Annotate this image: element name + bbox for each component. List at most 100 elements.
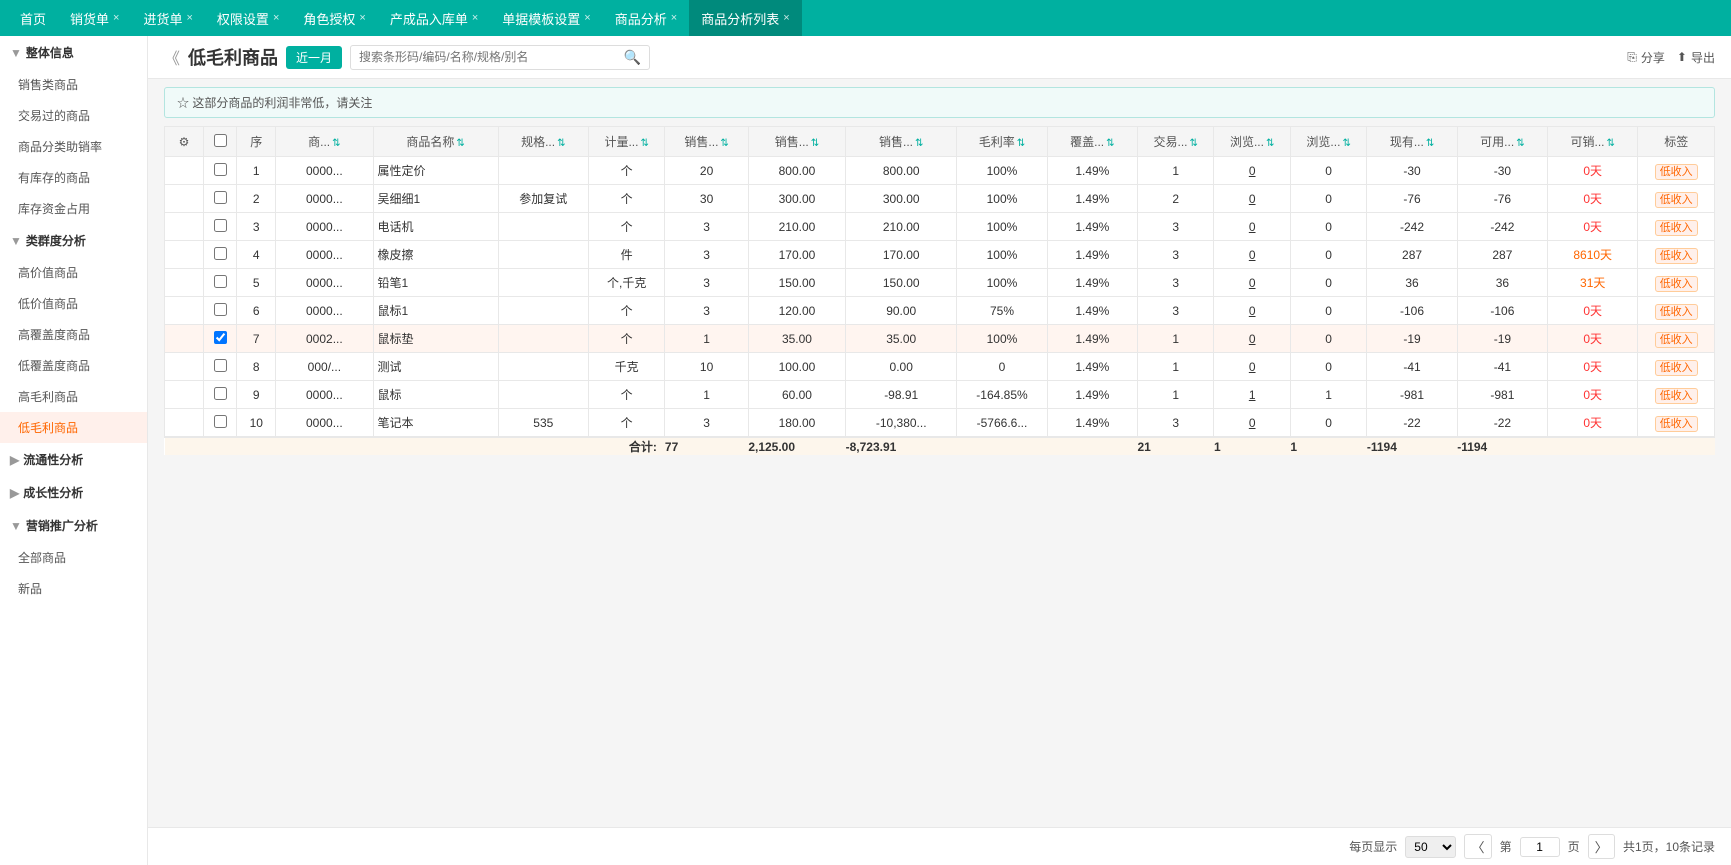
- sidebar-item-all-goods[interactable]: 全部商品: [0, 542, 147, 573]
- nav-role[interactable]: 角色授权 ×: [291, 0, 377, 36]
- th-name[interactable]: 商品名称⇅: [373, 127, 498, 157]
- nav-product-in[interactable]: 产成品入库单 ×: [378, 0, 490, 36]
- row-checkbox[interactable]: [203, 381, 236, 409]
- row-code: 0000...: [276, 409, 373, 438]
- nav-home[interactable]: 首页: [8, 0, 58, 36]
- th-code[interactable]: 商...⇅: [276, 127, 373, 157]
- next-page-btn[interactable]: 〉: [1588, 834, 1615, 859]
- row-browse1[interactable]: 0: [1214, 213, 1290, 241]
- row-checkbox[interactable]: [203, 269, 236, 297]
- search-input[interactable]: [359, 50, 624, 64]
- row-checkbox[interactable]: [203, 325, 236, 353]
- row-select-checkbox[interactable]: [214, 247, 227, 260]
- th-margin[interactable]: 毛利率⇅: [957, 127, 1047, 157]
- nav-purchase-close[interactable]: ×: [186, 12, 192, 24]
- row-checkbox[interactable]: [203, 297, 236, 325]
- sidebar-item-high-margin[interactable]: 高毛利商品: [0, 381, 147, 412]
- th-sale2[interactable]: 销售...⇅: [748, 127, 845, 157]
- th-browse1[interactable]: 浏览...⇅: [1214, 127, 1290, 157]
- nav-role-close[interactable]: ×: [359, 12, 365, 24]
- row-select-checkbox[interactable]: [214, 415, 227, 428]
- row-sale3: 300.00: [846, 185, 957, 213]
- share-button[interactable]: ⎘ 分享: [1627, 49, 1665, 66]
- sidebar-collapse-btn[interactable]: 《: [164, 45, 180, 69]
- row-checkbox[interactable]: [203, 157, 236, 185]
- row-checkbox[interactable]: [203, 213, 236, 241]
- row-checkbox[interactable]: [203, 185, 236, 213]
- nav-purchase[interactable]: 进货单 ×: [131, 0, 204, 36]
- row-browse1[interactable]: 0: [1214, 297, 1290, 325]
- th-browse2[interactable]: 浏览...⇅: [1290, 127, 1366, 157]
- th-spec[interactable]: 规格...⇅: [498, 127, 588, 157]
- sidebar-group-liquidity[interactable]: ▶ 流通性分析: [0, 443, 147, 476]
- nav-permission-close[interactable]: ×: [273, 12, 279, 24]
- row-select-checkbox[interactable]: [214, 303, 227, 316]
- row-select-checkbox[interactable]: [214, 163, 227, 176]
- sidebar-group-cluster[interactable]: ▼ 类群度分析: [0, 224, 147, 257]
- row-select-checkbox[interactable]: [214, 331, 227, 344]
- row-browse1[interactable]: 0: [1214, 325, 1290, 353]
- table-row: 9 0000... 鼠标 个 1 60.00 -98.91 -164.85% 1…: [165, 381, 1715, 409]
- row-coverage: 1.49%: [1047, 157, 1137, 185]
- nav-template[interactable]: 单据模板设置 ×: [490, 0, 602, 36]
- row-browse1[interactable]: 0: [1214, 241, 1290, 269]
- nav-goods-analysis-close[interactable]: ×: [671, 12, 677, 24]
- sidebar-item-new-goods[interactable]: 新品: [0, 573, 147, 604]
- th-coverage[interactable]: 覆盖...⇅: [1047, 127, 1137, 157]
- row-browse1[interactable]: 0: [1214, 353, 1290, 381]
- row-sale3: 170.00: [846, 241, 957, 269]
- sidebar-item-high-value[interactable]: 高价值商品: [0, 257, 147, 288]
- th-sale3[interactable]: 销售...⇅: [846, 127, 957, 157]
- row-checkbox[interactable]: [203, 409, 236, 438]
- page-size-select[interactable]: 50 100 200: [1405, 836, 1456, 858]
- sidebar-item-traded-goods[interactable]: 交易过的商品: [0, 100, 147, 131]
- sidebar-item-low-value[interactable]: 低价值商品: [0, 288, 147, 319]
- sidebar-item-stocked-goods[interactable]: 有库存的商品: [0, 162, 147, 193]
- select-all-checkbox[interactable]: [214, 134, 227, 147]
- sidebar-item-low-coverage[interactable]: 低覆盖度商品: [0, 350, 147, 381]
- sidebar-item-sales-goods[interactable]: 销售类商品: [0, 69, 147, 100]
- nav-goods-analysis-list[interactable]: 商品分析列表 ×: [689, 0, 801, 36]
- sidebar-group-overall[interactable]: ▼ 整体信息: [0, 36, 147, 69]
- th-current[interactable]: 现有...⇅: [1367, 127, 1457, 157]
- th-saleable[interactable]: 可销...⇅: [1548, 127, 1638, 157]
- page-number-input[interactable]: [1520, 837, 1560, 857]
- sidebar-item-category-rate[interactable]: 商品分类助销率: [0, 131, 147, 162]
- row-current: -981: [1367, 381, 1457, 409]
- nav-sales[interactable]: 销货单 ×: [58, 0, 131, 36]
- row-browse1[interactable]: 0: [1214, 185, 1290, 213]
- row-browse1[interactable]: 0: [1214, 269, 1290, 297]
- row-name: 电话机: [373, 213, 498, 241]
- prev-page-btn[interactable]: 〈: [1464, 834, 1491, 859]
- sidebar-item-high-coverage[interactable]: 高覆盖度商品: [0, 319, 147, 350]
- nav-product-in-close[interactable]: ×: [472, 12, 478, 24]
- nav-template-close[interactable]: ×: [584, 12, 590, 24]
- th-avail[interactable]: 可用...⇅: [1457, 127, 1547, 157]
- sidebar-group-marketing[interactable]: ▼ 营销推广分析: [0, 509, 147, 542]
- nav-permission[interactable]: 权限设置 ×: [205, 0, 291, 36]
- nav-goods-analysis-list-close[interactable]: ×: [783, 12, 789, 24]
- sidebar-item-stock-capital[interactable]: 库存资金占用: [0, 193, 147, 224]
- row-select-checkbox[interactable]: [214, 191, 227, 204]
- search-icon[interactable]: 🔍: [624, 49, 641, 66]
- row-select-checkbox[interactable]: [214, 359, 227, 372]
- row-select-checkbox[interactable]: [214, 275, 227, 288]
- th-deal[interactable]: 交易...⇅: [1138, 127, 1214, 157]
- row-select-checkbox[interactable]: [214, 219, 227, 232]
- th-unit[interactable]: 计量...⇅: [588, 127, 664, 157]
- row-browse1[interactable]: 0: [1214, 409, 1290, 438]
- row-checkbox[interactable]: [203, 353, 236, 381]
- nav-goods-analysis[interactable]: 商品分析 ×: [603, 0, 689, 36]
- export-button[interactable]: ⬆ 导出: [1677, 49, 1715, 66]
- row-browse1[interactable]: 1: [1214, 381, 1290, 409]
- nav-sales-close[interactable]: ×: [113, 12, 119, 24]
- th-checkbox[interactable]: [203, 127, 236, 157]
- row-select-checkbox[interactable]: [214, 387, 227, 400]
- sidebar-item-low-margin[interactable]: 低毛利商品: [0, 412, 147, 443]
- row-browse1[interactable]: 0: [1214, 157, 1290, 185]
- sidebar-group-growth[interactable]: ▶ 成长性分析: [0, 476, 147, 509]
- row-checkbox[interactable]: [203, 241, 236, 269]
- th-settings[interactable]: ⚙: [165, 127, 204, 157]
- period-button[interactable]: 近一月: [286, 46, 342, 69]
- th-sale1[interactable]: 销售...⇅: [665, 127, 748, 157]
